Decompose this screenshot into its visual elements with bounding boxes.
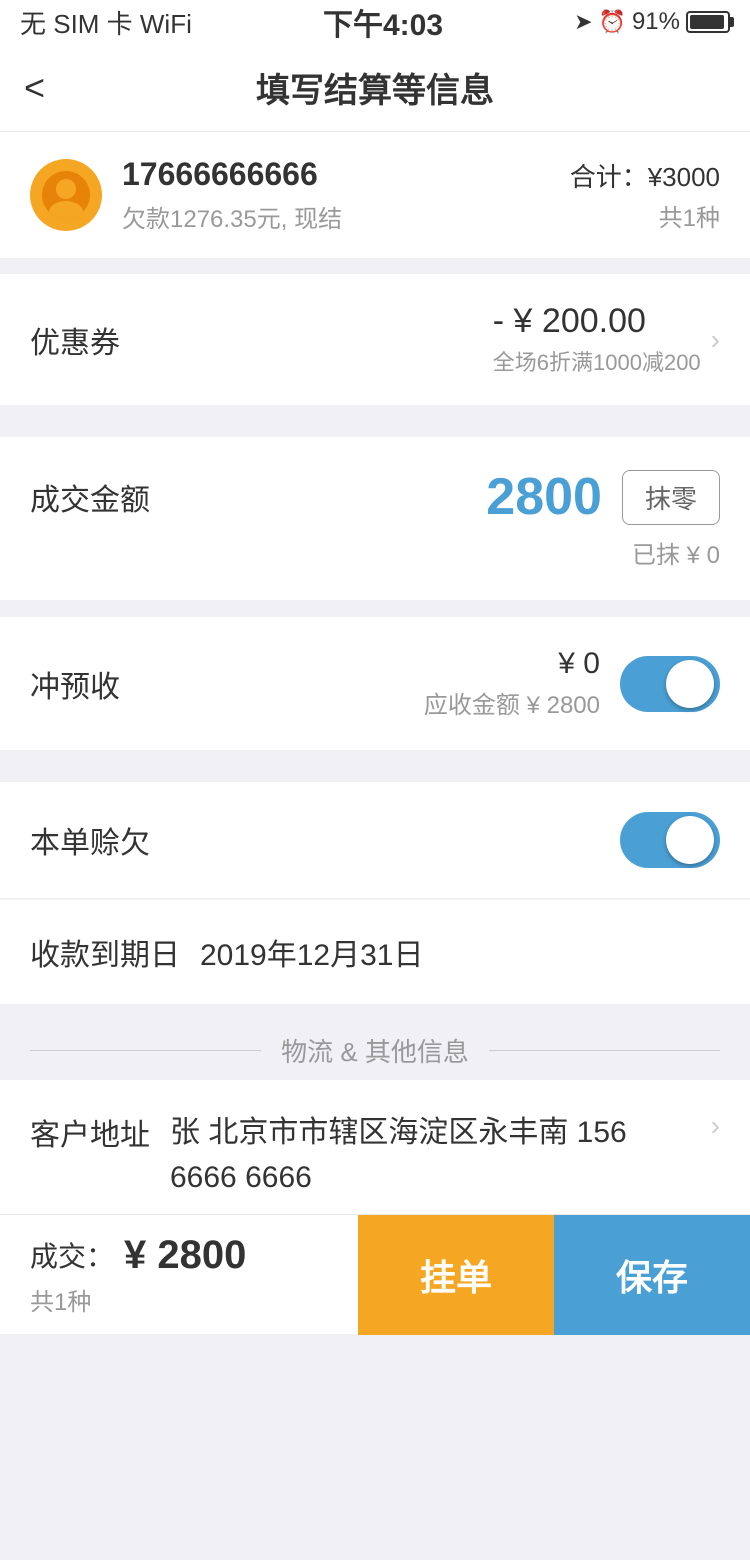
precollect-label: 冲预收 bbox=[30, 662, 120, 706]
customer-left: 17666666666 欠款1276.35元, 现结 bbox=[30, 156, 342, 234]
status-left: 无 SIM 卡 WiFi bbox=[20, 4, 192, 41]
address-label: 客户地址 bbox=[30, 1110, 150, 1154]
coupon-discount: - ¥ 200.00 bbox=[493, 302, 701, 341]
avatar bbox=[30, 159, 102, 231]
back-button[interactable]: < bbox=[24, 67, 45, 109]
status-bar: 无 SIM 卡 WiFi 下午4:03 ➤ ⏰ 91% bbox=[0, 0, 750, 44]
customer-phone: 17666666666 bbox=[122, 156, 342, 193]
duedate-row: 收款到期日 2019年12月31日 bbox=[30, 930, 720, 974]
amount-section: 成交金额 2800 抹零 已抹 ¥ 0 bbox=[0, 437, 750, 600]
precollect-right: ¥ 0 应收金额 ¥ 2800 bbox=[424, 647, 720, 720]
duedate-section: 收款到期日 2019年12月31日 bbox=[0, 899, 750, 1004]
total-label: 合计：¥3000 bbox=[570, 157, 720, 194]
debt-toggle[interactable] bbox=[620, 812, 720, 868]
debt-toggle-knob bbox=[666, 816, 714, 864]
content: 17666666666 欠款1276.35元, 现结 合计：¥3000 共1种 … bbox=[0, 132, 750, 1560]
toggle-knob bbox=[666, 660, 714, 708]
bottom-deal-amount: ¥ 2800 bbox=[124, 1233, 246, 1278]
section-divider-2 bbox=[0, 750, 750, 766]
coupon-row[interactable]: 优惠券 - ¥ 200.00 全场6折满1000减200 › bbox=[0, 274, 750, 405]
precollect-section: 冲预收 ¥ 0 应收金额 ¥ 2800 bbox=[0, 617, 750, 750]
address-chevron-icon: › bbox=[711, 1110, 720, 1142]
status-time: 下午4:03 bbox=[323, 0, 443, 44]
pending-button[interactable]: 挂单 bbox=[358, 1215, 554, 1335]
coupon-right: - ¥ 200.00 全场6折满1000减200 › bbox=[493, 302, 720, 377]
logistics-divider: 物流 & 其他信息 bbox=[0, 1020, 750, 1080]
customer-card: 17666666666 欠款1276.35元, 现结 合计：¥3000 共1种 bbox=[0, 132, 750, 258]
amount-sub: 已抹 ¥ 0 bbox=[30, 535, 720, 570]
amount-right: 2800 抹零 bbox=[486, 467, 720, 527]
round-button[interactable]: 抹零 bbox=[622, 470, 720, 525]
logistics-text: 物流 & 其他信息 bbox=[281, 1032, 469, 1069]
bottom-deal: 成交： ¥ 2800 bbox=[30, 1233, 328, 1278]
page-title: 填写结算等信息 bbox=[256, 63, 494, 112]
location-icon: ➤ bbox=[574, 9, 592, 35]
logistics-line: 物流 & 其他信息 bbox=[0, 1032, 750, 1069]
address-value: 张 北京市市辖区海淀区永丰南 156 6666 6666 bbox=[170, 1110, 701, 1200]
debt-section: 本单赊欠 bbox=[0, 782, 750, 898]
total-count: 共1种 bbox=[570, 198, 720, 233]
debt-label: 本单赊欠 bbox=[30, 818, 150, 862]
bottom-deal-count: 共1种 bbox=[30, 1282, 328, 1317]
precollect-row: 冲预收 ¥ 0 应收金额 ¥ 2800 bbox=[30, 647, 720, 720]
save-button[interactable]: 保存 bbox=[554, 1215, 750, 1335]
address-section[interactable]: 客户地址 张 北京市市辖区海淀区永丰南 156 6666 6666 › bbox=[0, 1080, 750, 1230]
precollect-toggle[interactable] bbox=[620, 656, 720, 712]
status-right: ➤ ⏰ 91% bbox=[574, 8, 730, 36]
customer-info: 17666666666 欠款1276.35元, 现结 bbox=[122, 156, 342, 234]
bottom-bar: 成交： ¥ 2800 共1种 挂单 保存 bbox=[0, 1214, 750, 1334]
precollect-amount: ¥ 0 bbox=[424, 647, 600, 681]
battery-percent: 91% bbox=[632, 8, 680, 36]
customer-debt: 欠款1276.35元, 现结 bbox=[122, 199, 342, 234]
precollect-sub: 应收金额 ¥ 2800 bbox=[424, 685, 600, 720]
coupon-desc: 全场6折满1000减200 bbox=[493, 345, 701, 377]
header: < 填写结算等信息 bbox=[0, 44, 750, 132]
duedate-value: 2019年12月31日 bbox=[200, 930, 423, 974]
amount-label: 成交金额 bbox=[30, 475, 150, 519]
amount-value: 2800 bbox=[486, 467, 602, 527]
amount-row: 成交金额 2800 抹零 bbox=[30, 467, 720, 527]
battery-icon bbox=[686, 11, 730, 33]
duedate-label: 收款到期日 bbox=[30, 930, 180, 974]
bottom-deal-label: 成交： bbox=[30, 1235, 114, 1275]
sim-wifi-text: 无 SIM 卡 WiFi bbox=[20, 4, 192, 41]
avatar-icon bbox=[42, 171, 90, 219]
chevron-right-icon: › bbox=[711, 324, 720, 356]
bottom-info: 成交： ¥ 2800 共1种 bbox=[0, 1233, 358, 1317]
section-divider-1 bbox=[0, 421, 750, 437]
alarm-icon: ⏰ bbox=[599, 9, 626, 35]
customer-right: 合计：¥3000 共1种 bbox=[570, 157, 720, 233]
coupon-label: 优惠券 bbox=[30, 318, 120, 362]
